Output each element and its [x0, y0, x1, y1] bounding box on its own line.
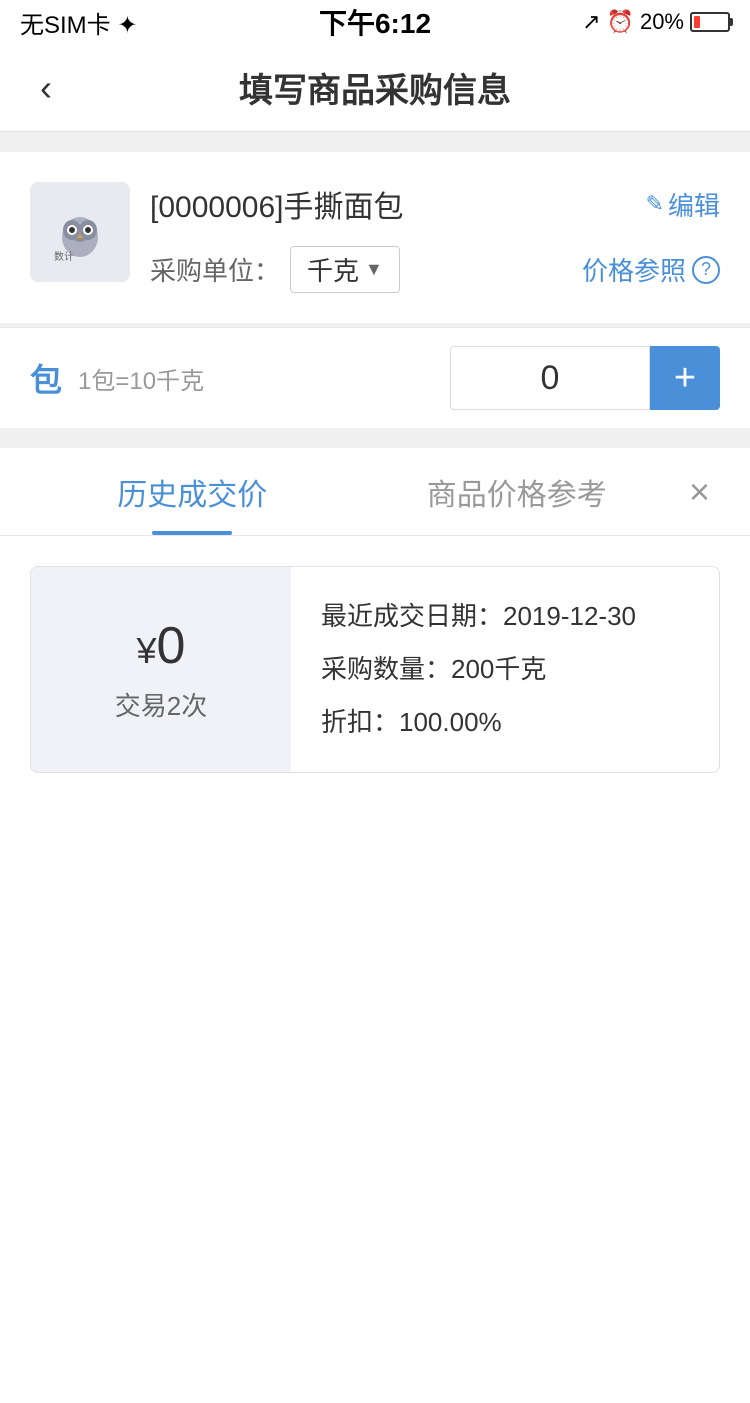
unit-group: 采购单位： 千克 ▼ — [150, 246, 400, 293]
recent-date-row: 最近成交日期：2019-12-30 — [321, 597, 689, 636]
status-time: 下午6:12 — [319, 2, 431, 42]
status-bar: 无SIM卡 ✦ 下午6:12 ↗ ⏰ 20% — [0, 0, 750, 44]
edit-button[interactable]: ✎ 编辑 — [646, 186, 720, 223]
location-icon: ↗ — [582, 9, 600, 35]
history-price-panel: ¥0 交易2次 — [31, 567, 291, 772]
bottom-fill — [0, 803, 750, 1403]
history-price-display: ¥0 — [137, 616, 186, 676]
page-title: 填写商品采购信息 — [239, 63, 511, 112]
owl-icon: 数计 — [50, 202, 110, 262]
quantity-input[interactable] — [450, 346, 650, 410]
tab-history-label: 历史成交价 — [117, 470, 267, 514]
dropdown-arrow-icon: ▼ — [365, 259, 383, 280]
product-full-name: [0000006]手撕面包 — [150, 182, 403, 226]
unit-select-dropdown[interactable]: 千克 ▼ — [290, 246, 400, 293]
alarm-icon: ⏰ — [607, 9, 634, 35]
product-unit-row: 采购单位： 千克 ▼ 价格参照 ? — [150, 246, 720, 293]
purchase-qty-row: 采购数量：200千克 — [321, 650, 689, 689]
quantity-section: 包 1包=10千克 + — [0, 327, 750, 428]
help-icon: ? — [692, 256, 720, 284]
battery-icon — [690, 12, 730, 32]
recent-date-label: 最近成交日期： — [321, 601, 503, 631]
unit-label: 采购单位： — [150, 251, 280, 288]
nav-bar: ‹ 填写商品采购信息 — [0, 44, 750, 132]
edit-icon: ✎ — [646, 191, 664, 217]
history-details-panel: 最近成交日期：2019-12-30 采购数量：200千克 折扣：100.00% — [291, 567, 719, 772]
tabs-section: 历史成交价 商品价格参考 × ¥0 交易2次 最近成交日期：2019-12-30… — [0, 448, 750, 803]
recent-date-value: 2019-12-30 — [503, 601, 636, 631]
svg-text:数计: 数计 — [54, 250, 74, 262]
history-card: ¥0 交易2次 最近成交日期：2019-12-30 采购数量：200千克 折扣：… — [30, 566, 720, 773]
bag-conversion: 1包=10千克 — [78, 361, 204, 396]
history-price-value: 0 — [157, 617, 186, 675]
purchase-qty-label: 采购数量： — [321, 654, 451, 684]
currency-symbol: ¥ — [137, 630, 157, 671]
quantity-input-group: + — [450, 346, 720, 410]
discount-row: 折扣：100.00% — [321, 703, 689, 742]
edit-label: 编辑 — [668, 186, 720, 223]
carrier-text: 无SIM卡 ✦ — [20, 5, 137, 40]
bag-label: 包 — [30, 355, 62, 401]
product-card: 数计 [0000006]手撕面包 ✎ 编辑 采购单位： 千克 ▼ — [0, 152, 750, 323]
history-trades-count: 交易2次 — [115, 686, 207, 723]
purchase-qty-value: 200千克 — [451, 654, 546, 684]
discount-label: 折扣： — [321, 707, 399, 737]
tab-price-ref-label: 商品价格参考 — [427, 470, 607, 514]
unit-value: 千克 — [307, 251, 359, 288]
product-header: 数计 [0000006]手撕面包 ✎ 编辑 采购单位： 千克 ▼ — [30, 182, 720, 293]
tabs-header: 历史成交价 商品价格参考 × — [0, 448, 750, 536]
history-content: ¥0 交易2次 最近成交日期：2019-12-30 采购数量：200千克 折扣：… — [0, 536, 750, 803]
status-right: ↗ ⏰ 20% — [582, 9, 730, 35]
tab-history-price[interactable]: 历史成交价 — [30, 448, 354, 535]
status-left: 无SIM卡 ✦ — [20, 5, 137, 40]
back-button[interactable]: ‹ — [30, 57, 62, 119]
tab-price-reference[interactable]: 商品价格参考 — [354, 448, 678, 535]
price-ref-label: 价格参照 — [582, 251, 686, 288]
tabs-close-button[interactable]: × — [679, 461, 720, 523]
price-reference-button[interactable]: 价格参照 ? — [582, 251, 720, 288]
quantity-plus-button[interactable]: + — [650, 346, 720, 410]
product-thumbnail: 数计 — [30, 182, 130, 282]
product-name-row: [0000006]手撕面包 ✎ 编辑 — [150, 182, 720, 226]
discount-value: 100.00% — [399, 707, 502, 737]
quantity-label-group: 包 1包=10千克 — [30, 355, 204, 401]
quantity-row: 包 1包=10千克 + — [30, 328, 720, 428]
battery-percent: 20% — [640, 9, 684, 35]
product-info: [0000006]手撕面包 ✎ 编辑 采购单位： 千克 ▼ 价格参照 ? — [150, 182, 720, 293]
